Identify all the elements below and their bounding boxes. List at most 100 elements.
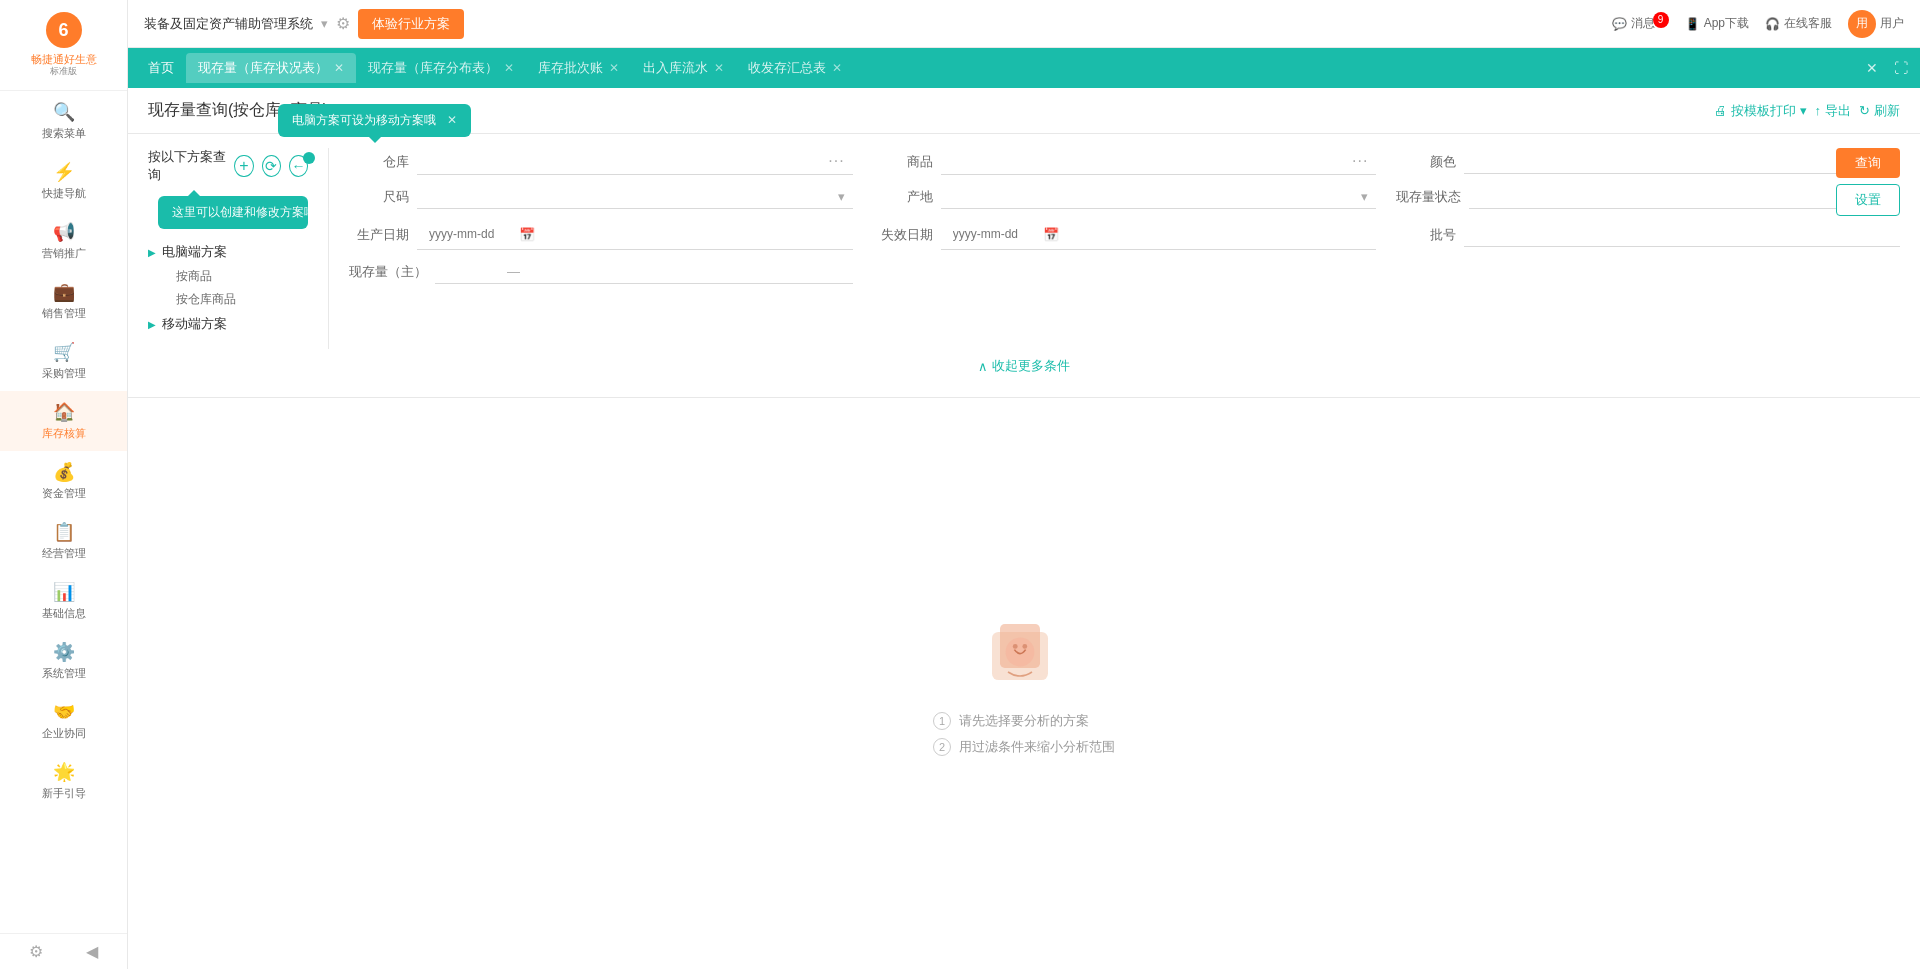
sidebar-item-finance[interactable]: 💰 资金管理 (0, 451, 127, 511)
sidebar-item-quick[interactable]: ⚡ 快捷导航 (0, 151, 127, 211)
add-scheme-button[interactable]: + (234, 155, 253, 177)
warehouse-label: 仓库 (349, 153, 409, 171)
tooltip2-close[interactable]: ✕ (327, 205, 337, 219)
search-icon: 🔍 (53, 101, 75, 123)
filter-row-inv-status: 现存量状态 ▾ (1396, 185, 1900, 209)
export-icon: ↑ (1815, 103, 1822, 118)
sidebar-item-sales[interactable]: 💼 销售管理 (0, 271, 127, 331)
tab-inventory-dist[interactable]: 现存量（库存分布表） ✕ (356, 53, 526, 83)
scheme-panel: 按以下方案查询 + ⟳ ← 电脑方案可设为移动方案哦 ✕ (148, 148, 308, 349)
collapse-icon[interactable]: ◀ (86, 942, 98, 961)
logo-text: 畅捷通好生意 标准版 (31, 52, 97, 78)
tab-close-icon[interactable]: ✕ (714, 61, 724, 75)
basic-icon: 📊 (53, 581, 75, 603)
expiry-date-label: 失效日期 (873, 226, 933, 244)
empty-state: 1 请先选择要分析的方案 2 用过滤条件来缩小分析范围 (128, 398, 1920, 969)
message-badge: 9 (1653, 12, 1669, 28)
sidebar-item-label: 资金管理 (42, 486, 86, 501)
sidebar-item-operations[interactable]: 📋 经营管理 (0, 511, 127, 571)
sidebar-item-guide[interactable]: 🌟 新手引导 (0, 751, 127, 811)
export-button[interactable]: ↑ 导出 (1815, 102, 1852, 120)
sidebar-item-marketing[interactable]: 📢 营销推广 (0, 211, 127, 271)
chevron-down-icon: ▾ (838, 189, 845, 204)
industry-button[interactable]: 体验行业方案 (358, 9, 464, 39)
sidebar-item-label: 企业协同 (42, 726, 86, 741)
warehouse-dots-icon[interactable]: ··· (828, 152, 844, 170)
template-print-button[interactable]: 🖨 按模板打印 ▾ (1714, 102, 1807, 120)
refresh-button[interactable]: ↻ 刷新 (1859, 102, 1900, 120)
sidebar-item-purchase[interactable]: 🛒 采购管理 (0, 331, 127, 391)
tab-close-icon[interactable]: ✕ (832, 61, 842, 75)
tab-close-icon[interactable]: ✕ (504, 61, 514, 75)
scheme-group-name: 移动端方案 (162, 315, 227, 333)
tab-close-all-icon[interactable]: ✕ (1862, 56, 1882, 80)
guide-icon: 🌟 (53, 761, 75, 783)
tab-maximize-icon[interactable]: ⛶ (1890, 56, 1912, 80)
tab-label: 出入库流水 (643, 59, 708, 77)
expand-arrow-icon: ▶ (148, 247, 156, 258)
tab-home[interactable]: 首页 (136, 53, 186, 83)
logo-icon: 6 (46, 12, 82, 48)
svg-point-4 (1022, 644, 1027, 649)
tab-inventory-status[interactable]: 现存量（库存状况表） ✕ (186, 53, 356, 83)
system-name-dropdown-icon[interactable]: ▾ (321, 16, 328, 31)
finance-icon: 💰 (53, 461, 75, 483)
expiry-date-input[interactable] (949, 223, 1039, 245)
tab-receipt[interactable]: 收发存汇总表 ✕ (736, 53, 854, 83)
enterprise-icon: 🤝 (53, 701, 75, 723)
content-area: 现存量查询(按仓库+商品) 🖨 按模板打印 ▾ ↑ 导出 ↻ 刷新 (128, 88, 1920, 969)
header-left: 装备及固定资产辅助管理系统 ▾ ⚙ 体验行业方案 (144, 9, 464, 39)
scheme-item[interactable]: 按仓库商品 (168, 288, 308, 311)
svg-point-3 (1013, 644, 1018, 649)
sidebar-item-label: 快捷导航 (42, 186, 86, 201)
support-item[interactable]: 🎧 在线客服 (1765, 15, 1832, 32)
filter-row-warehouse: 仓库 ··· (349, 148, 853, 175)
sidebar-item-label: 营销推广 (42, 246, 86, 261)
batch-input[interactable] (1464, 223, 1900, 247)
user-item[interactable]: 用 用户 (1848, 10, 1904, 38)
tooltip-scheme-mobile: 电脑方案可设为移动方案哦 ✕ (278, 104, 471, 137)
quick-icon: ⚡ (53, 161, 75, 183)
app-download-item[interactable]: 📱 App下载 (1685, 15, 1749, 32)
tooltip-edit-scheme: 这里可以创建和修改方案哦 ✕ (158, 196, 308, 229)
scheme-group-header-mobile[interactable]: ▶ 移动端方案 (148, 311, 308, 337)
scheme-item[interactable]: 按商品 (168, 265, 308, 288)
scheme-group-mobile: ▶ 移动端方案 (148, 311, 308, 337)
support-label: 在线客服 (1784, 15, 1832, 32)
sidebar-item-search[interactable]: 🔍 搜索菜单 (0, 91, 127, 151)
sidebar-logo: 6 畅捷通好生意 标准版 (0, 0, 127, 91)
tab-inout[interactable]: 出入库流水 ✕ (631, 53, 736, 83)
calendar-icon[interactable]: 📅 (519, 227, 535, 242)
inventory-min-input[interactable] (443, 265, 503, 279)
sidebar-item-label: 新手引导 (42, 786, 86, 801)
inventory-max-input[interactable] (524, 265, 584, 279)
sidebar-item-system[interactable]: ⚙️ 系统管理 (0, 631, 127, 691)
settings-icon[interactable]: ⚙ (29, 942, 43, 961)
message-item[interactable]: 💬 消息 9 (1612, 15, 1669, 32)
filter-title-row: 按以下方案查询 + ⟳ ← 电脑方案可设为移动方案哦 ✕ (148, 148, 308, 184)
tab-close-icon[interactable]: ✕ (609, 61, 619, 75)
tab-close-icon[interactable]: ✕ (334, 61, 344, 75)
sidebar-item-enterprise[interactable]: 🤝 企业协同 (0, 691, 127, 751)
user-label: 用户 (1880, 15, 1904, 32)
inventory-icon: 🏠 (53, 401, 75, 423)
collapse-row[interactable]: ∧ 收起更多条件 (148, 349, 1900, 383)
settings-icon[interactable]: ⚙ (336, 14, 350, 33)
tab-batch[interactable]: 库存批次账 ✕ (526, 53, 631, 83)
goods-dots-icon[interactable]: ··· (1352, 152, 1368, 170)
scheme-group-name: 电脑端方案 (162, 243, 227, 261)
chevron-up-icon: ∧ (978, 359, 988, 374)
reset-button[interactable]: 设置 (1836, 184, 1900, 216)
sidebar-item-basic[interactable]: 📊 基础信息 (0, 571, 127, 631)
calendar-icon[interactable]: 📅 (1043, 227, 1059, 242)
prod-date-input[interactable] (425, 223, 515, 245)
sidebar-item-inventory[interactable]: 🏠 库存核算 (0, 391, 127, 451)
sync-scheme-button[interactable]: ⟳ (262, 155, 281, 177)
sidebar-item-label: 库存核算 (42, 426, 86, 441)
scheme-group-header-desktop[interactable]: ▶ 电脑端方案 (148, 239, 308, 265)
query-button[interactable]: 查询 (1836, 148, 1900, 178)
scheme-item-label: 按仓库商品 (176, 291, 236, 308)
tooltip1-close[interactable]: ✕ (447, 113, 457, 127)
collapse-label: 收起更多条件 (992, 357, 1070, 375)
range-dash: — (507, 264, 520, 279)
